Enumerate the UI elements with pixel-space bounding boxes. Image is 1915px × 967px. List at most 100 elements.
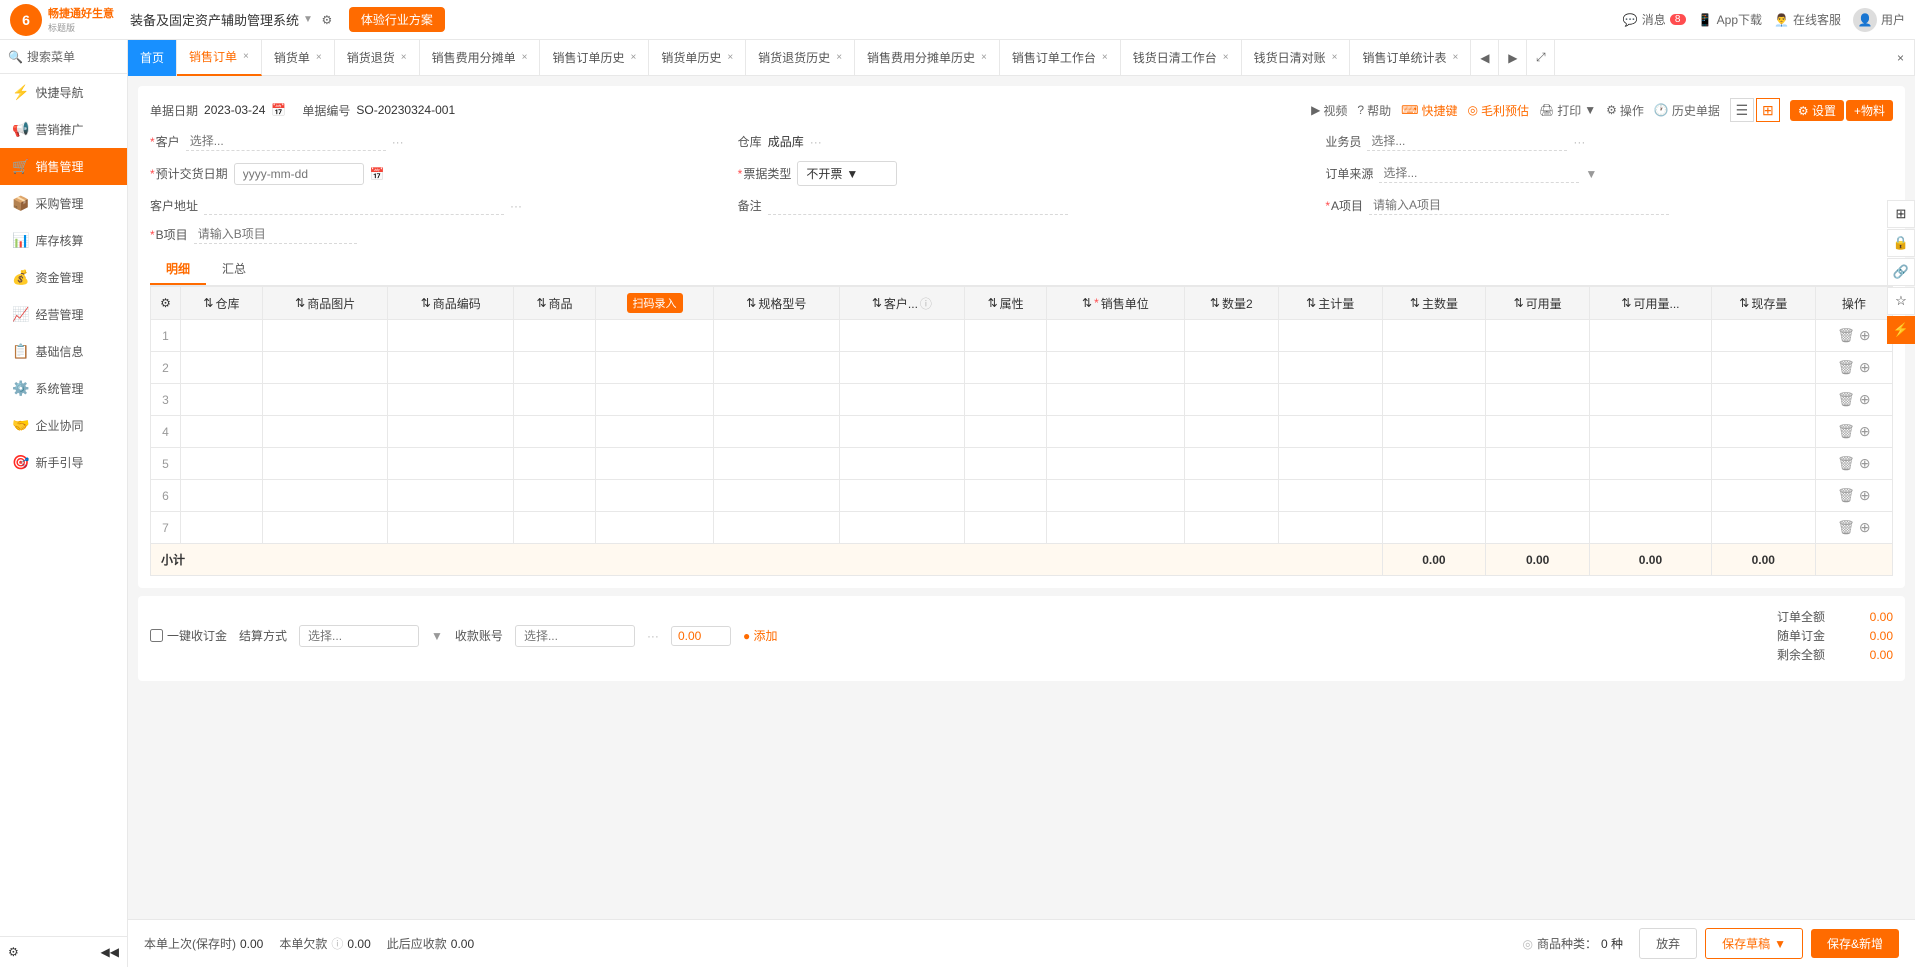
message-button[interactable]: 💬 消息 8	[1623, 11, 1686, 28]
tab-close-sales-workbench[interactable]: ×	[1102, 52, 1108, 63]
discard-btn[interactable]: 放弃	[1639, 928, 1697, 959]
view-video-btn[interactable]: ▶ 视频	[1311, 102, 1347, 119]
tab-close-sales-order-history[interactable]: ×	[630, 52, 636, 63]
delete-row-3-btn[interactable]: 🗑	[1837, 391, 1855, 408]
tab-close-cash-workbench[interactable]: ×	[1223, 52, 1229, 63]
tab-cash-reconcile[interactable]: 钱货日清对账 ×	[1242, 40, 1351, 76]
b-project-input[interactable]	[194, 225, 357, 244]
tab-sales-expense-history[interactable]: 销售费用分摊单历史 ×	[855, 40, 1000, 76]
sidebar-item-marketing[interactable]: 📢 营销推广	[0, 111, 127, 148]
delivery-calendar-icon[interactable]: 📅	[370, 167, 385, 181]
save-draft-btn[interactable]: 保存草稿 ▼	[1705, 928, 1803, 959]
col-warehouse[interactable]: ⇅仓库	[181, 287, 263, 320]
tab-sales-workbench[interactable]: 销售订单工作台 ×	[1000, 40, 1121, 76]
account-input[interactable]	[515, 625, 635, 647]
tab-sales-slip-history[interactable]: 销货单历史 ×	[649, 40, 746, 76]
tab-close-sales-expense-history[interactable]: ×	[981, 52, 987, 63]
invoice-select[interactable]: 不开票 ▼	[797, 161, 897, 186]
delete-row-6-btn[interactable]: 🗑	[1837, 487, 1855, 504]
settings-button[interactable]: ⚙	[313, 6, 341, 34]
tab-close-sales-return-history[interactable]: ×	[836, 52, 842, 63]
col-customer-code[interactable]: ⇅客户...ⓘ	[839, 287, 965, 320]
copy-row-3-btn[interactable]: ⊕	[1859, 391, 1871, 408]
col-main-unit[interactable]: ⇅主计量	[1278, 287, 1382, 320]
delete-row-5-btn[interactable]: 🗑	[1837, 455, 1855, 472]
sidebar-item-inventory[interactable]: 📊 库存核算	[0, 222, 127, 259]
sidebar-item-finance[interactable]: 💰 资金管理	[0, 259, 127, 296]
tab-nav-expand[interactable]: ⤢	[1527, 40, 1555, 76]
tab-home[interactable]: 首页	[128, 40, 177, 76]
tab-sales-return[interactable]: 销货退货 ×	[335, 40, 420, 76]
sidebar-settings-icon[interactable]: ⚙	[8, 945, 19, 959]
address-input[interactable]	[204, 196, 504, 215]
table-settings-icon[interactable]: ⚙	[160, 296, 171, 310]
print-btn[interactable]: 🖨 打印 ▼	[1539, 102, 1596, 119]
right-float-grid-btn[interactable]: ⊞	[1887, 200, 1915, 228]
col-main-qty[interactable]: ⇅主数量	[1382, 287, 1486, 320]
right-settings-btn[interactable]: ⚙ 设置	[1790, 100, 1844, 121]
tab-nav-close[interactable]: ×	[1887, 40, 1915, 76]
tab-close-sales-order[interactable]: ×	[243, 51, 249, 62]
payment-input[interactable]	[299, 625, 419, 647]
col-image[interactable]: ⇅商品图片	[262, 287, 388, 320]
copy-row-4-btn[interactable]: ⊕	[1859, 423, 1871, 440]
save-draft-arrow-icon[interactable]: ▼	[1774, 937, 1786, 951]
online-service-button[interactable]: 👨‍💼 在线客服	[1774, 11, 1841, 28]
search-menu-button[interactable]: 🔍 搜索菜单	[0, 40, 127, 74]
tab-sales-order-history[interactable]: 销售订单历史 ×	[540, 40, 649, 76]
col-qty2[interactable]: ⇅数量2	[1184, 287, 1278, 320]
order-source-input[interactable]	[1379, 164, 1579, 183]
one-click-checkbox[interactable]	[150, 629, 163, 642]
ops-btn[interactable]: ⚙ 操作	[1606, 102, 1644, 119]
customer-ellipsis[interactable]: ···	[392, 135, 404, 149]
tab-close-sales-slip-history[interactable]: ×	[727, 52, 733, 63]
copy-row-2-btn[interactable]: ⊕	[1859, 359, 1871, 376]
right-float-lock-btn[interactable]: 🔒	[1887, 229, 1915, 257]
delete-row-2-btn[interactable]: 🗑	[1837, 359, 1855, 376]
sidebar-item-purchase[interactable]: 📦 采购管理	[0, 185, 127, 222]
col-product[interactable]: ⇅商品	[514, 287, 596, 320]
sidebar-item-quick-nav[interactable]: ⚡ 快捷导航	[0, 74, 127, 111]
copy-row-6-btn[interactable]: ⊕	[1859, 487, 1871, 504]
help-btn[interactable]: ? 帮助	[1357, 102, 1391, 119]
sidebar-item-sales[interactable]: 🛒 销售管理	[0, 148, 127, 185]
tab-sales-return-history[interactable]: 销货退货历史 ×	[746, 40, 855, 76]
tab-close-sales-slip[interactable]: ×	[316, 52, 322, 63]
right-float-star-btn[interactable]: ☆	[1887, 287, 1915, 315]
user-button[interactable]: 👤 用户	[1853, 8, 1905, 32]
app-download-button[interactable]: 📱 App下载	[1698, 11, 1762, 28]
customer-input[interactable]	[186, 132, 386, 151]
tab-close-sales-stats[interactable]: ×	[1452, 52, 1458, 63]
remark-input[interactable]	[768, 196, 1068, 215]
staff-ellipsis[interactable]: ···	[1573, 135, 1585, 149]
tab-cash-workbench[interactable]: 钱货日清工作台 ×	[1121, 40, 1242, 76]
delete-row-1-btn[interactable]: 🗑	[1837, 327, 1855, 344]
col-unit[interactable]: ⇅*销售单位	[1047, 287, 1185, 320]
sidebar-item-system[interactable]: ⚙️ 系统管理	[0, 370, 127, 407]
industry-btn[interactable]: 体验行业方案	[349, 7, 445, 32]
col-settings[interactable]: ⚙	[151, 287, 181, 320]
one-click-label[interactable]: 一键收订金	[150, 627, 227, 644]
staff-input[interactable]	[1367, 132, 1567, 151]
account-ellipsis[interactable]: ···	[647, 629, 659, 643]
delete-row-7-btn[interactable]: 🗑	[1837, 519, 1855, 536]
save-new-btn[interactable]: 保存&新增	[1811, 929, 1899, 958]
right-float-link-btn[interactable]: 🔗	[1887, 258, 1915, 286]
warehouse-ellipsis[interactable]: ···	[810, 135, 822, 149]
add-payment-btn[interactable]: ● 添加	[743, 627, 778, 644]
a-project-input[interactable]	[1369, 196, 1669, 215]
sidebar-item-operations[interactable]: 📈 经营管理	[0, 296, 127, 333]
tab-close-sales-return[interactable]: ×	[401, 52, 407, 63]
system-title-arrow-icon[interactable]: ▼	[303, 14, 313, 25]
grid-view-btn[interactable]: ⊞	[1756, 98, 1780, 122]
tab-summary[interactable]: 汇总	[206, 254, 262, 285]
col-stock[interactable]: ⇅现存量	[1711, 287, 1815, 320]
shortcut-btn[interactable]: ⌨ 快捷键	[1401, 102, 1457, 119]
tab-nav-right[interactable]: ▶	[1499, 40, 1527, 76]
calendar-icon[interactable]: 📅	[271, 103, 286, 117]
sidebar-item-basic-info[interactable]: 📋 基础信息	[0, 333, 127, 370]
col-spec[interactable]: ⇅规格型号	[714, 287, 840, 320]
scan-btn[interactable]: 扫码录入	[627, 293, 683, 313]
tab-sales-order[interactable]: 销售订单 ×	[177, 40, 262, 76]
delivery-input[interactable]	[234, 163, 364, 185]
